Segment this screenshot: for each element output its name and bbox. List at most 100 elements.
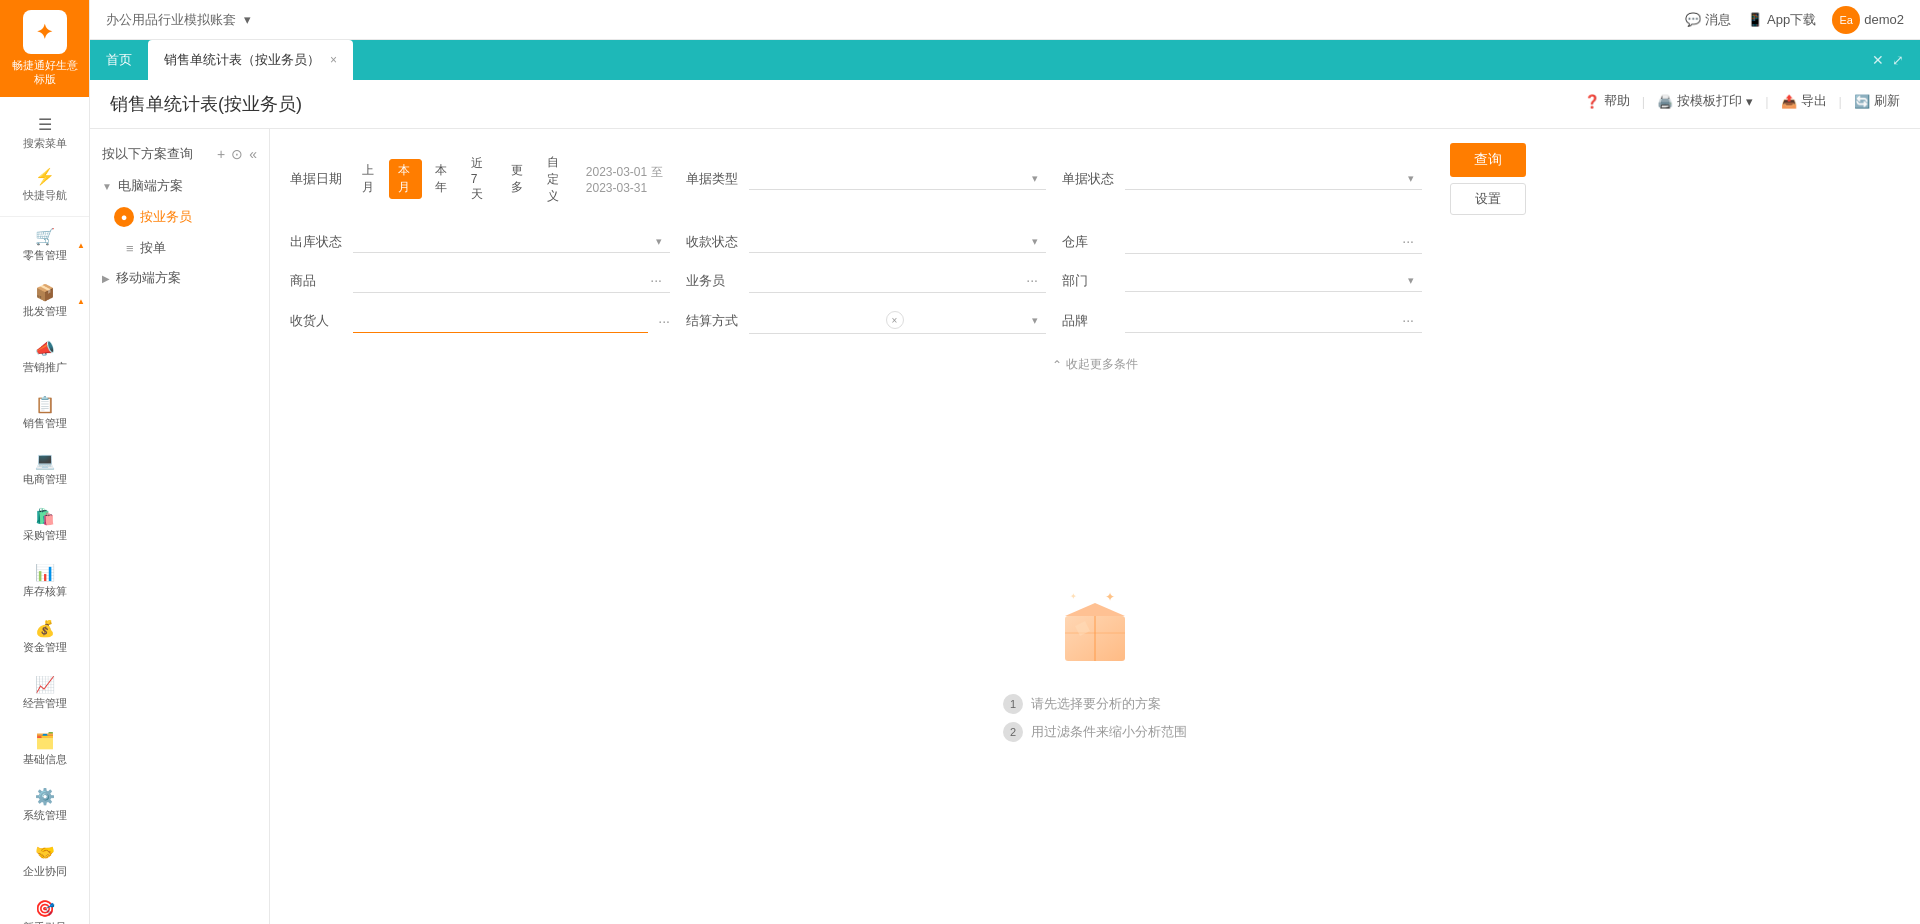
settings-scheme-icon[interactable]: ⊙ <box>231 146 243 162</box>
brand-dots[interactable]: ··· <box>1402 312 1414 328</box>
logo-symbol: ✦ <box>36 20 53 44</box>
export-button[interactable]: 📤 导出 <box>1781 92 1827 110</box>
quick-nav-label: 快捷导航 <box>23 188 67 203</box>
basic-info-icon: 🗂️ <box>35 731 55 750</box>
filter-row-1: 单据日期 上月 本月 本年 近7天 更多 自定义 2023-03-01 至 20… <box>290 143 1900 215</box>
window-close-icon[interactable]: ✕ <box>1868 48 1888 72</box>
sidebar-item-newbie[interactable]: 🎯 新手引导 <box>0 889 89 924</box>
doc-status-select[interactable]: ▾ <box>1125 168 1422 190</box>
tree-label-order: 按单 <box>140 239 166 257</box>
out-status-select[interactable]: ▾ <box>353 231 670 253</box>
add-scheme-icon[interactable]: + <box>217 146 225 162</box>
collection-status-select[interactable]: ▾ <box>749 231 1046 253</box>
tree-item-by-order[interactable]: ≡ 按单 <box>90 233 269 263</box>
sidebar-item-sales[interactable]: 📋 销售管理 <box>0 385 89 441</box>
sidebar-search-menu[interactable]: ☰ 搜索菜单 <box>8 107 81 159</box>
date-btn-last-month[interactable]: 上月 <box>353 159 385 199</box>
warehouse-select[interactable]: ··· <box>1125 229 1422 254</box>
department-select[interactable]: ▾ <box>1125 270 1422 292</box>
sidebar-item-enterprise[interactable]: 🤝 企业协同 <box>0 833 89 889</box>
topbar: 办公用品行业模拟账套 ▾ 💬 消息 📱 App下载 Ea demo2 <box>90 0 1920 40</box>
tree-item-salesperson[interactable]: ● 按业务员 <box>90 201 269 233</box>
sidebar-item-system[interactable]: ⚙️ 系统管理 <box>0 777 89 833</box>
breadcrumb-dropdown[interactable]: ▾ <box>244 12 251 27</box>
sidebar-item-operation[interactable]: 📈 经营管理 <box>0 665 89 721</box>
goods-select[interactable]: ··· <box>353 268 670 293</box>
filter-warehouse-field: 仓库 ··· <box>1062 229 1422 254</box>
warehouse-label: 仓库 <box>1062 233 1117 251</box>
date-btn-this-year[interactable]: 本年 <box>426 159 458 199</box>
tree-item-pc[interactable]: ▼ 电脑端方案 <box>90 171 269 201</box>
sidebar-item-inventory[interactable]: 📊 库存核算 <box>0 553 89 609</box>
tree-icon-order: ≡ <box>126 241 134 256</box>
user-profile[interactable]: Ea demo2 <box>1832 6 1904 34</box>
sidebar: ✦ 畅捷通好生意 标版 ☰ 搜索菜单 ⚡ 快捷导航 🛒 零售管理 📦 批发管理 … <box>0 0 90 924</box>
payment-method-select[interactable]: × ▾ <box>749 307 1046 334</box>
sidebar-item-basic-info[interactable]: 🗂️ 基础信息 <box>0 721 89 777</box>
tab-sales-report[interactable]: 销售单统计表（按业务员） × <box>148 40 353 80</box>
doc-type-select[interactable]: ▾ <box>749 168 1046 190</box>
date-btn-7days[interactable]: 近7天 <box>462 152 498 206</box>
tab-home[interactable]: 首页 <box>90 40 148 80</box>
message-button[interactable]: 💬 消息 <box>1685 11 1731 29</box>
enterprise-label: 企业协同 <box>23 864 67 879</box>
print-label: 按模板打印 <box>1677 92 1742 110</box>
filter-salesperson-field: 业务员 ··· <box>686 268 1046 293</box>
sales-icon: 📋 <box>35 395 55 414</box>
warehouse-dots[interactable]: ··· <box>1402 233 1414 249</box>
empty-step-2: 2 用过滤条件来缩小分析范围 <box>1003 722 1187 742</box>
sidebar-item-purchase[interactable]: 🛍️ 采购管理 <box>0 497 89 553</box>
sidebar-item-retail[interactable]: 🛒 零售管理 <box>0 217 89 273</box>
payment-clear-icon[interactable]: × <box>886 311 904 329</box>
filter-doc-status-field: 单据状态 ▾ <box>1062 168 1422 190</box>
sidebar-item-finance[interactable]: 💰 资金管理 <box>0 609 89 665</box>
quick-nav[interactable]: ⚡ 快捷导航 <box>8 159 81 211</box>
salesperson-dots[interactable]: ··· <box>1026 272 1038 288</box>
app-download-button[interactable]: 📱 App下载 <box>1747 11 1816 29</box>
query-button[interactable]: 查询 <box>1450 143 1526 177</box>
sidebar-item-marketing[interactable]: 📣 营销推广 <box>0 329 89 385</box>
sidebar-item-wholesale[interactable]: 📦 批发管理 <box>0 273 89 329</box>
collapse-bar[interactable]: ⌃ 收起更多条件 <box>290 348 1900 381</box>
brand-select[interactable]: ··· <box>1125 308 1422 333</box>
filter-payment-method-field: 结算方式 × ▾ <box>686 307 1046 334</box>
page-content: 销售单统计表(按业务员) ❓ 帮助 | 🖨️ 按模板打印 ▾ | 📤 导出 | <box>90 80 1920 924</box>
message-icon: 💬 <box>1685 12 1701 27</box>
goods-dots[interactable]: ··· <box>650 272 662 288</box>
date-btn-custom[interactable]: 自定义 <box>538 151 577 208</box>
settings-button[interactable]: 设置 <box>1450 183 1526 215</box>
ecommerce-label: 电商管理 <box>23 472 67 487</box>
salesperson-select[interactable]: ··· <box>749 268 1046 293</box>
receiver-input[interactable] <box>353 309 648 333</box>
tree-badge-salesperson: ● <box>114 207 134 227</box>
left-panel-title: 按以下方案查询 <box>102 145 193 163</box>
step-num-1: 1 <box>1003 694 1023 714</box>
tab-close-icon[interactable]: × <box>330 53 337 67</box>
enterprise-icon: 🤝 <box>35 843 55 862</box>
date-btn-this-month[interactable]: 本月 <box>389 159 421 199</box>
receiver-dots[interactable]: ··· <box>658 313 670 329</box>
sidebar-item-ecommerce[interactable]: 💻 电商管理 <box>0 441 89 497</box>
tab-sales-report-label: 销售单统计表（按业务员） <box>164 51 320 69</box>
tree-item-mobile[interactable]: ▶ 移动端方案 <box>90 263 269 293</box>
filter-row-3: 商品 ··· 业务员 ··· <box>290 268 1900 293</box>
date-btn-more[interactable]: 更多 <box>502 159 534 199</box>
step-1-label: 请先选择要分析的方案 <box>1031 695 1161 713</box>
retail-icon: 🛒 <box>35 227 55 246</box>
help-button[interactable]: ❓ 帮助 <box>1584 92 1630 110</box>
divider2: | <box>1765 94 1768 109</box>
topbar-right: 💬 消息 📱 App下载 Ea demo2 <box>1685 6 1904 34</box>
collapse-icon: ⌃ <box>1052 358 1062 372</box>
print-button[interactable]: 🖨️ 按模板打印 ▾ <box>1657 92 1753 110</box>
tree-label-salesperson: 按业务员 <box>140 208 192 226</box>
filter-brand-field: 品牌 ··· <box>1062 308 1422 333</box>
refresh-button[interactable]: 🔄 刷新 <box>1854 92 1900 110</box>
goods-label: 商品 <box>290 272 345 290</box>
print-icon: 🖨️ <box>1657 94 1673 109</box>
sidebar-navigation: 🛒 零售管理 📦 批发管理 📣 营销推广 📋 销售管理 💻 电商管理 🛍️ 采购… <box>0 217 89 924</box>
collapse-panel-icon[interactable]: « <box>249 146 257 162</box>
date-options: 上月 本月 本年 近7天 更多 自定义 2023-03-01 至 2023-03… <box>353 151 670 208</box>
window-expand-icon[interactable]: ⤢ <box>1888 48 1908 72</box>
help-label: 帮助 <box>1604 92 1630 110</box>
tabs-bar: 首页 销售单统计表（按业务员） × ✕ ⤢ <box>90 40 1920 80</box>
